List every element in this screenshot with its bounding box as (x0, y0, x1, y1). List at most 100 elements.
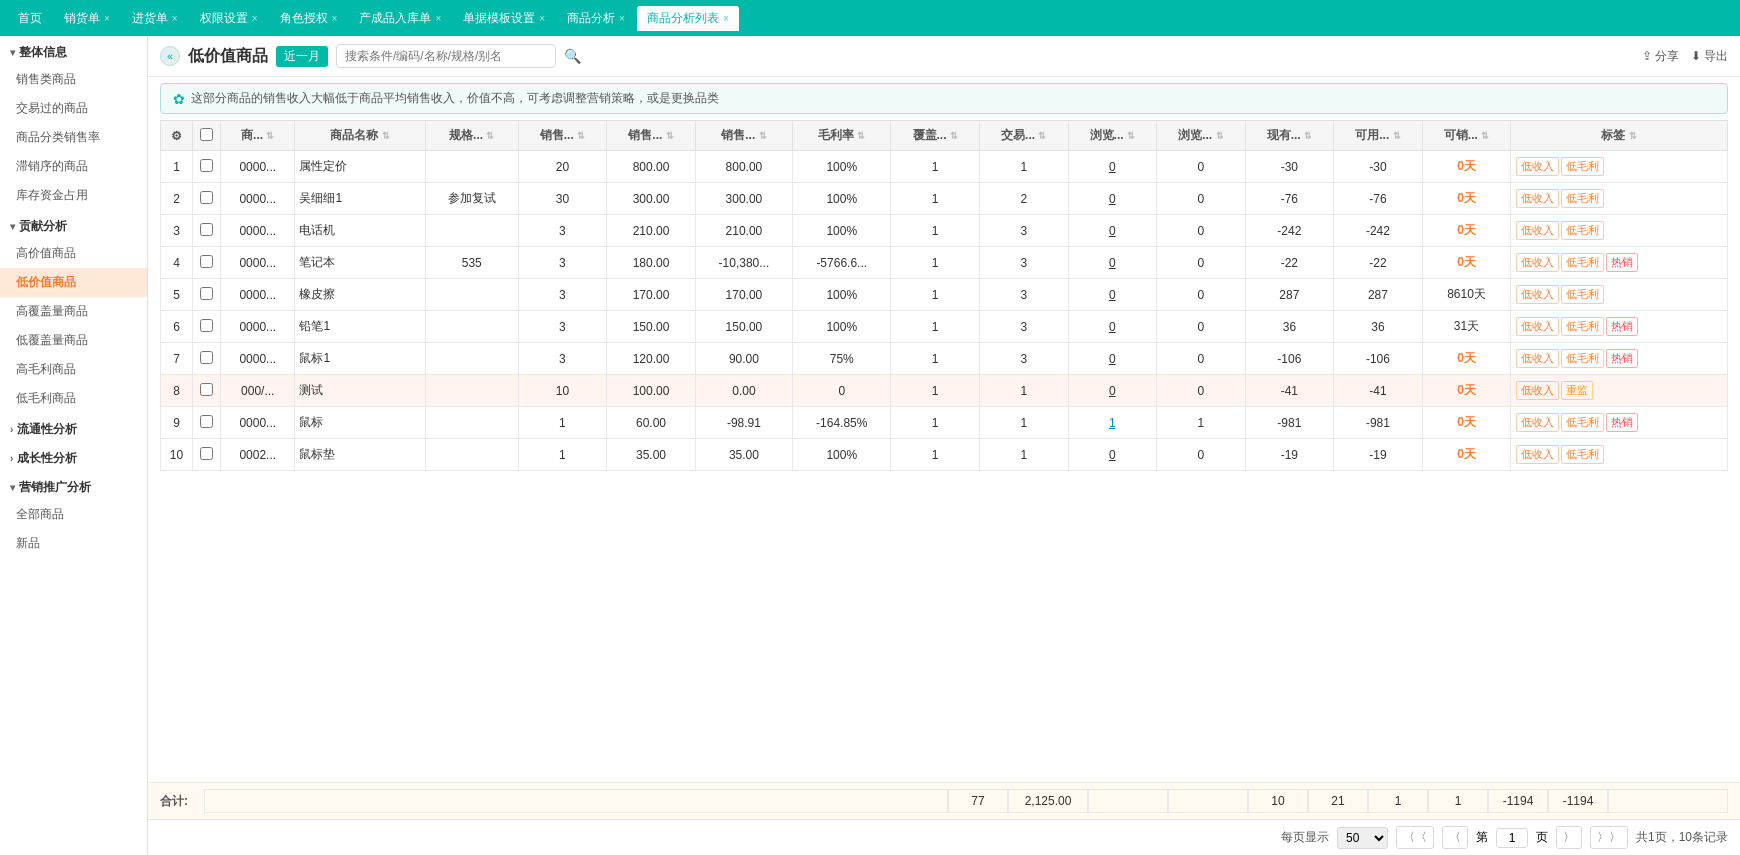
first-page-btn[interactable]: 〈〈 (1396, 826, 1434, 849)
cell-checkbox[interactable] (193, 375, 221, 407)
browse-link[interactable]: 0 (1109, 288, 1116, 302)
export-btn[interactable]: ⬇ 导出 (1691, 48, 1728, 65)
row-checkbox[interactable] (200, 319, 213, 332)
row-checkbox[interactable] (200, 223, 213, 236)
browse-link[interactable]: 0 (1109, 352, 1116, 366)
nav-product-analysis-list[interactable]: 商品分析列表 × (637, 6, 739, 31)
cell-b1[interactable]: 1 (1068, 407, 1157, 439)
nav-close-icon[interactable]: × (619, 13, 625, 24)
sidebar-item-new-products[interactable]: 新品 (0, 529, 147, 558)
cell-b1[interactable]: 0 (1068, 375, 1157, 407)
browse-link[interactable]: 0 (1109, 448, 1116, 462)
sort-icon[interactable]: ⇅ (1393, 131, 1401, 141)
browse-link[interactable]: 0 (1109, 224, 1116, 238)
row-checkbox[interactable] (200, 383, 213, 396)
cell-checkbox[interactable] (193, 439, 221, 471)
sort-icon[interactable]: ⇅ (1481, 131, 1489, 141)
sidebar-collapse-btn[interactable]: « (160, 46, 180, 66)
last-page-btn[interactable]: 〉〉 (1590, 826, 1628, 849)
cell-b1[interactable]: 0 (1068, 343, 1157, 375)
nav-role-auth[interactable]: 角色授权 × (270, 6, 348, 31)
cell-checkbox[interactable] (193, 407, 221, 439)
cell-b1[interactable]: 0 (1068, 151, 1157, 183)
table-container[interactable]: ⚙ 商... ⇅ 商品名称 ⇅ 规格... ⇅ 销售... ⇅ 销售... ⇅ … (148, 120, 1740, 782)
nav-close-icon[interactable]: × (104, 13, 110, 24)
sidebar-item-high-margin[interactable]: 高毛利商品 (0, 355, 147, 384)
cell-b1[interactable]: 0 (1068, 183, 1157, 215)
sidebar-item-low-margin[interactable]: 低毛利商品 (0, 384, 147, 413)
sidebar-item-sales-products[interactable]: 销售类商品 (0, 65, 147, 94)
row-checkbox[interactable] (200, 447, 213, 460)
row-checkbox[interactable] (200, 255, 213, 268)
sidebar-group-marketing[interactable]: ▾ 营销推广分析 (0, 471, 147, 500)
sidebar-group-overall[interactable]: ▾ 整体信息 (0, 36, 147, 65)
sort-icon[interactable]: ⇅ (1629, 131, 1637, 141)
cell-b1[interactable]: 0 (1068, 311, 1157, 343)
sort-icon[interactable]: ⇅ (486, 131, 494, 141)
period-tag-btn[interactable]: 近一月 (276, 46, 328, 67)
page-size-select[interactable]: 50 100 (1337, 827, 1388, 849)
browse-link[interactable]: 1 (1109, 416, 1116, 430)
sort-icon[interactable]: ⇅ (1216, 131, 1224, 141)
cell-b1[interactable]: 0 (1068, 247, 1157, 279)
cell-checkbox[interactable] (193, 151, 221, 183)
sort-icon[interactable]: ⇅ (666, 131, 674, 141)
nav-template-settings[interactable]: 单据模板设置 × (453, 6, 555, 31)
cell-checkbox[interactable] (193, 311, 221, 343)
browse-link[interactable]: 0 (1109, 256, 1116, 270)
sidebar-group-growth[interactable]: › 成长性分析 (0, 442, 147, 471)
cell-checkbox[interactable] (193, 279, 221, 311)
sort-icon[interactable]: ⇅ (266, 131, 274, 141)
sort-icon[interactable]: ⇅ (759, 131, 767, 141)
sort-icon[interactable]: ⇅ (1304, 131, 1312, 141)
nav-product-entry[interactable]: 产成品入库单 × (349, 6, 451, 31)
row-checkbox[interactable] (200, 159, 213, 172)
cell-b1[interactable]: 0 (1068, 215, 1157, 247)
nav-close-icon[interactable]: × (172, 13, 178, 24)
nav-sales-order[interactable]: 销货单 × (54, 6, 120, 31)
nav-close-icon[interactable]: × (539, 13, 545, 24)
search-icon[interactable]: 🔍 (564, 48, 581, 64)
nav-product-analysis[interactable]: 商品分析 × (557, 6, 635, 31)
nav-close-icon[interactable]: × (435, 13, 441, 24)
row-checkbox[interactable] (200, 351, 213, 364)
sidebar-item-low-value[interactable]: 低价值商品 (0, 268, 147, 297)
nav-close-icon[interactable]: × (332, 13, 338, 24)
row-checkbox[interactable] (200, 287, 213, 300)
th-settings[interactable]: ⚙ (161, 121, 193, 151)
prev-page-btn[interactable]: 〈 (1442, 826, 1468, 849)
nav-close-icon[interactable]: × (252, 13, 258, 24)
sort-icon[interactable]: ⇅ (382, 131, 390, 141)
nav-home[interactable]: 首页 (8, 6, 52, 31)
nav-permission[interactable]: 权限设置 × (190, 6, 268, 31)
share-btn[interactable]: ⇪ 分享 (1642, 48, 1679, 65)
nav-purchase-order[interactable]: 进货单 × (122, 6, 188, 31)
browse-link[interactable]: 0 (1109, 192, 1116, 206)
sidebar-item-low-coverage[interactable]: 低覆盖量商品 (0, 326, 147, 355)
row-checkbox[interactable] (200, 191, 213, 204)
th-checkbox[interactable] (193, 121, 221, 151)
sidebar-group-contribution[interactable]: ▾ 贡献分析 (0, 210, 147, 239)
sidebar-item-high-value[interactable]: 高价值商品 (0, 239, 147, 268)
search-input[interactable] (336, 44, 556, 68)
sort-icon[interactable]: ⇅ (857, 131, 865, 141)
sort-icon[interactable]: ⇅ (577, 131, 585, 141)
row-checkbox[interactable] (200, 415, 213, 428)
cell-b1[interactable]: 0 (1068, 279, 1157, 311)
sort-icon[interactable]: ⇅ (950, 131, 958, 141)
cell-checkbox[interactable] (193, 215, 221, 247)
nav-close-icon[interactable]: × (723, 13, 729, 24)
select-all-checkbox[interactable] (200, 128, 213, 141)
page-input[interactable] (1496, 828, 1528, 848)
sidebar-item-all-products[interactable]: 全部商品 (0, 500, 147, 529)
cell-checkbox[interactable] (193, 183, 221, 215)
sort-icon[interactable]: ⇅ (1127, 131, 1135, 141)
cell-b1[interactable]: 0 (1068, 439, 1157, 471)
cell-checkbox[interactable] (193, 343, 221, 375)
browse-link[interactable]: 0 (1109, 320, 1116, 334)
sort-icon[interactable]: ⇅ (1038, 131, 1046, 141)
browse-link[interactable]: 0 (1109, 384, 1116, 398)
sidebar-item-inventory-capital[interactable]: 库存资金占用 (0, 181, 147, 210)
sidebar-item-category-rate[interactable]: 商品分类销售率 (0, 123, 147, 152)
cell-checkbox[interactable] (193, 247, 221, 279)
